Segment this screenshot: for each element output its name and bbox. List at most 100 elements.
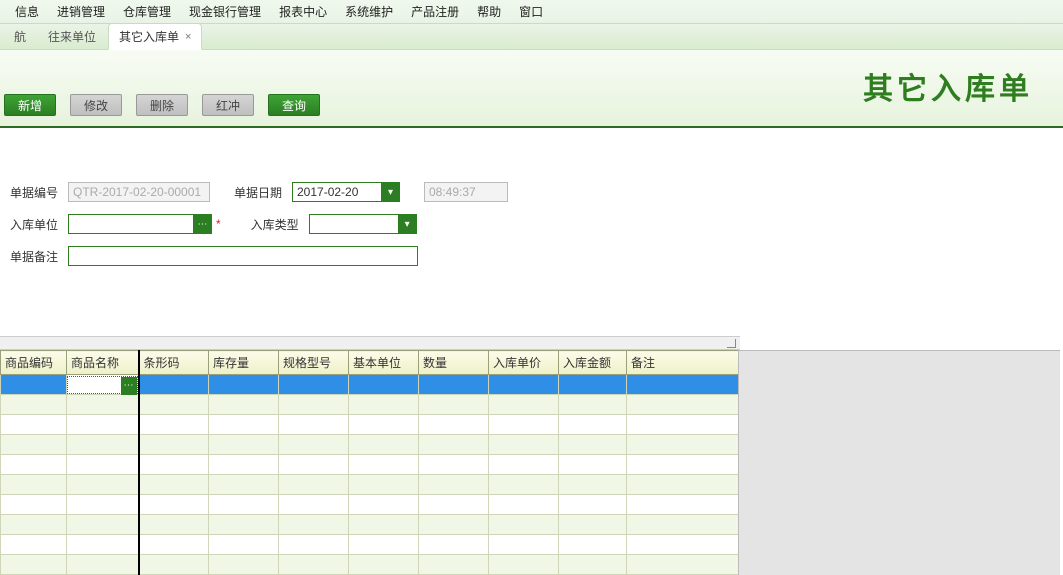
grid-cell[interactable] [1, 535, 67, 555]
grid-cell[interactable] [209, 495, 279, 515]
menu-item-cashbank[interactable]: 现金银行管理 [180, 3, 270, 20]
grid-cell[interactable] [559, 435, 627, 455]
grid-cell[interactable] [279, 415, 349, 435]
tab-nav[interactable]: 航 [4, 24, 36, 49]
grid-col-header[interactable]: 商品名称 [67, 351, 139, 375]
cell-lookup-button[interactable]: ⋯ [121, 377, 137, 395]
grid-cell[interactable] [559, 495, 627, 515]
grid-cell[interactable] [279, 375, 349, 395]
table-row[interactable] [1, 395, 739, 415]
grid-cell[interactable] [209, 475, 279, 495]
grid-cell[interactable] [489, 395, 559, 415]
type-field[interactable] [309, 214, 399, 234]
grid-cell[interactable] [419, 375, 489, 395]
menu-item-window[interactable]: 窗口 [510, 3, 552, 20]
grid-cell[interactable] [1, 455, 67, 475]
grid-cell[interactable] [139, 435, 209, 455]
grid-col-header[interactable]: 库存量 [209, 351, 279, 375]
grid-cell[interactable] [139, 535, 209, 555]
grid-cell[interactable] [627, 455, 739, 475]
date-picker-button[interactable]: ▾ [382, 182, 400, 202]
grid-cell[interactable] [67, 435, 139, 455]
cell-editor[interactable]: ⋯ [67, 376, 138, 394]
grid-cell[interactable] [489, 475, 559, 495]
grid-col-header[interactable]: 备注 [627, 351, 739, 375]
tab-other-in[interactable]: 其它入库单 × [108, 23, 202, 50]
grid-cell[interactable] [139, 495, 209, 515]
grid-col-header[interactable]: 规格型号 [279, 351, 349, 375]
grid-cell[interactable] [349, 415, 419, 435]
grid-cell[interactable] [1, 435, 67, 455]
grid-cell[interactable] [489, 435, 559, 455]
grid-scrollbar-top[interactable] [0, 336, 740, 350]
grid-cell[interactable] [489, 495, 559, 515]
grid-col-header[interactable]: 数量 [419, 351, 489, 375]
grid-cell[interactable] [279, 455, 349, 475]
grid-cell[interactable] [209, 375, 279, 395]
grid-cell[interactable] [139, 455, 209, 475]
grid-cell[interactable] [559, 395, 627, 415]
grid-cell[interactable] [349, 515, 419, 535]
menu-item-info[interactable]: 信息 [6, 3, 48, 20]
grid-cell[interactable] [279, 395, 349, 415]
grid-cell[interactable] [1, 415, 67, 435]
grid-cell[interactable] [489, 375, 559, 395]
grid-cell[interactable] [349, 535, 419, 555]
grid-cell[interactable] [627, 535, 739, 555]
remark-field[interactable] [68, 246, 418, 266]
data-grid[interactable]: 商品编码商品名称条形码库存量规格型号基本单位数量入库单价入库金额备注 ⋯ [0, 350, 739, 575]
grid-cell[interactable] [489, 415, 559, 435]
grid-cell[interactable] [419, 435, 489, 455]
grid-cell[interactable] [627, 395, 739, 415]
grid-cell[interactable] [349, 395, 419, 415]
grid-cell[interactable] [349, 475, 419, 495]
grid-cell[interactable] [419, 535, 489, 555]
red-button[interactable]: 红冲 [202, 94, 254, 116]
grid-cell[interactable] [419, 495, 489, 515]
grid-cell[interactable] [67, 395, 139, 415]
grid-cell[interactable] [349, 495, 419, 515]
grid-cell[interactable] [419, 475, 489, 495]
delete-button[interactable]: 删除 [136, 94, 188, 116]
grid-cell[interactable] [1, 395, 67, 415]
grid-cell[interactable] [279, 475, 349, 495]
grid-cell[interactable] [67, 515, 139, 535]
table-row[interactable] [1, 535, 739, 555]
table-row[interactable] [1, 515, 739, 535]
grid-cell[interactable] [489, 535, 559, 555]
grid-cell[interactable] [349, 435, 419, 455]
grid-cell[interactable] [349, 455, 419, 475]
grid-cell[interactable] [139, 515, 209, 535]
grid-cell[interactable] [419, 415, 489, 435]
menu-item-jinxiao[interactable]: 进销管理 [48, 3, 114, 20]
grid-cell[interactable] [349, 375, 419, 395]
table-row[interactable] [1, 475, 739, 495]
grid-cell[interactable] [139, 415, 209, 435]
menu-item-report[interactable]: 报表中心 [270, 3, 336, 20]
grid-cell[interactable] [1, 475, 67, 495]
grid-cell[interactable] [559, 415, 627, 435]
grid-col-header[interactable]: 入库金额 [559, 351, 627, 375]
grid-cell[interactable] [1, 515, 67, 535]
menu-item-warehouse[interactable]: 仓库管理 [114, 3, 180, 20]
grid-cell[interactable] [67, 415, 139, 435]
grid-col-header[interactable]: 基本单位 [349, 351, 419, 375]
grid-cell[interactable] [1, 375, 67, 395]
grid-cell[interactable] [627, 435, 739, 455]
grid-cell[interactable] [279, 515, 349, 535]
doc-date-field[interactable] [292, 182, 382, 202]
grid-cell[interactable] [67, 475, 139, 495]
table-row[interactable] [1, 455, 739, 475]
table-row[interactable] [1, 435, 739, 455]
menu-item-sysmaint[interactable]: 系统维护 [336, 3, 402, 20]
grid-cell[interactable] [209, 415, 279, 435]
grid-cell[interactable] [489, 515, 559, 535]
grid-cell[interactable] [67, 495, 139, 515]
menu-item-help[interactable]: 帮助 [468, 3, 510, 20]
grid-cell[interactable] [139, 375, 209, 395]
grid-cell[interactable] [209, 395, 279, 415]
grid-cell[interactable] [279, 535, 349, 555]
tab-contacts[interactable]: 往来单位 [38, 24, 106, 49]
close-icon[interactable]: × [185, 31, 191, 43]
grid-cell[interactable] [1, 495, 67, 515]
